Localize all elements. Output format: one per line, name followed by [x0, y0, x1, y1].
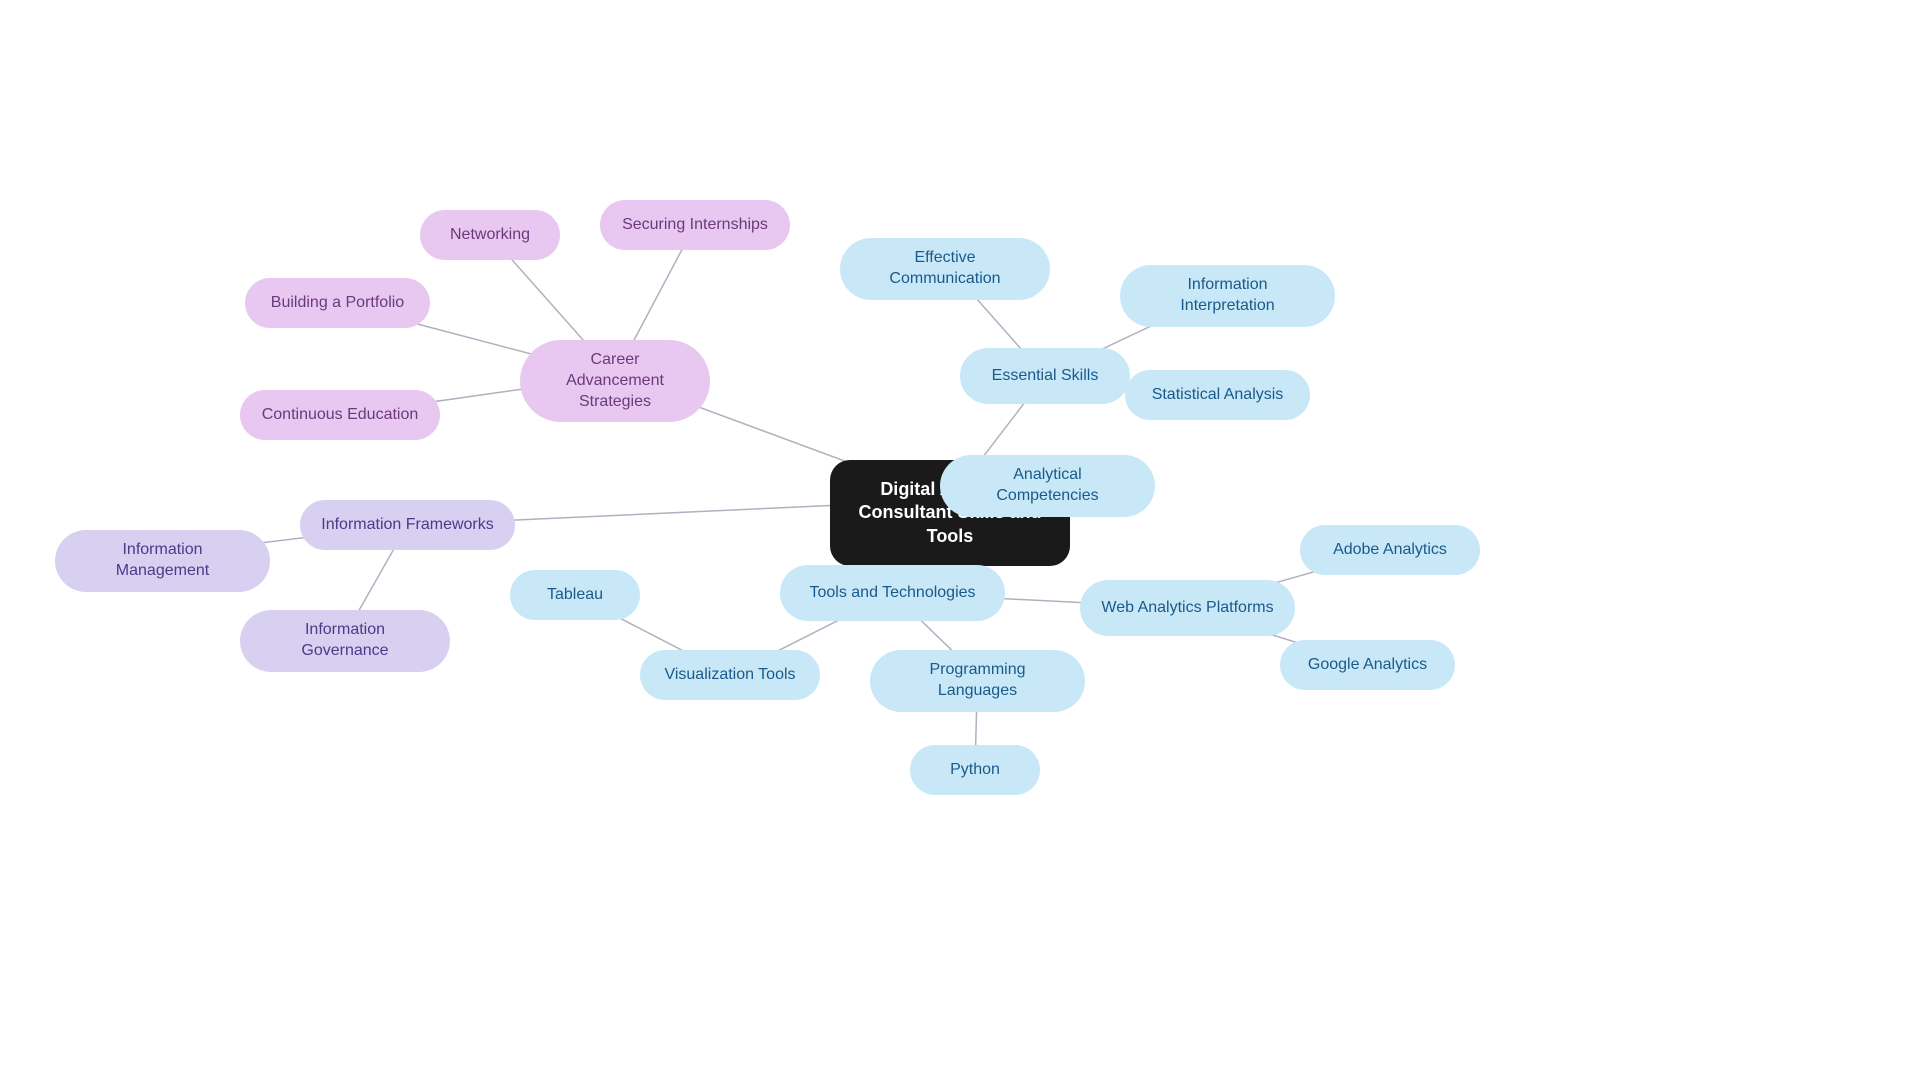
mindmap-node-education[interactable]: Continuous Education — [240, 390, 440, 440]
mindmap-node-info_frameworks[interactable]: Information Frameworks — [300, 500, 515, 550]
mindmap-node-securing[interactable]: Securing Internships — [600, 200, 790, 250]
mindmap-node-analytical[interactable]: Analytical Competencies — [940, 455, 1155, 517]
mindmap-node-python[interactable]: Python — [910, 745, 1040, 795]
mindmap-node-web_analytics[interactable]: Web Analytics Platforms — [1080, 580, 1295, 636]
mindmap-node-networking[interactable]: Networking — [420, 210, 560, 260]
mindmap-node-career[interactable]: Career Advancement Strategies — [520, 340, 710, 422]
mindmap-node-info_management[interactable]: Information Management — [55, 530, 270, 592]
mindmap-node-essential_skills[interactable]: Essential Skills — [960, 348, 1130, 404]
mindmap-node-info_interp[interactable]: Information Interpretation — [1120, 265, 1335, 327]
mindmap-node-effective_comm[interactable]: Effective Communication — [840, 238, 1050, 300]
mindmap-container: Digital Analytics Consultant Skills and … — [0, 0, 1920, 1083]
mindmap-node-programming[interactable]: Programming Languages — [870, 650, 1085, 712]
mindmap-node-tools_tech[interactable]: Tools and Technologies — [780, 565, 1005, 621]
mindmap-node-adobe[interactable]: Adobe Analytics — [1300, 525, 1480, 575]
mindmap-node-statistical[interactable]: Statistical Analysis — [1125, 370, 1310, 420]
mindmap-node-google[interactable]: Google Analytics — [1280, 640, 1455, 690]
mindmap-node-info_governance[interactable]: Information Governance — [240, 610, 450, 672]
mindmap-node-visualization[interactable]: Visualization Tools — [640, 650, 820, 700]
mindmap-node-tableau[interactable]: Tableau — [510, 570, 640, 620]
mindmap-node-portfolio[interactable]: Building a Portfolio — [245, 278, 430, 328]
